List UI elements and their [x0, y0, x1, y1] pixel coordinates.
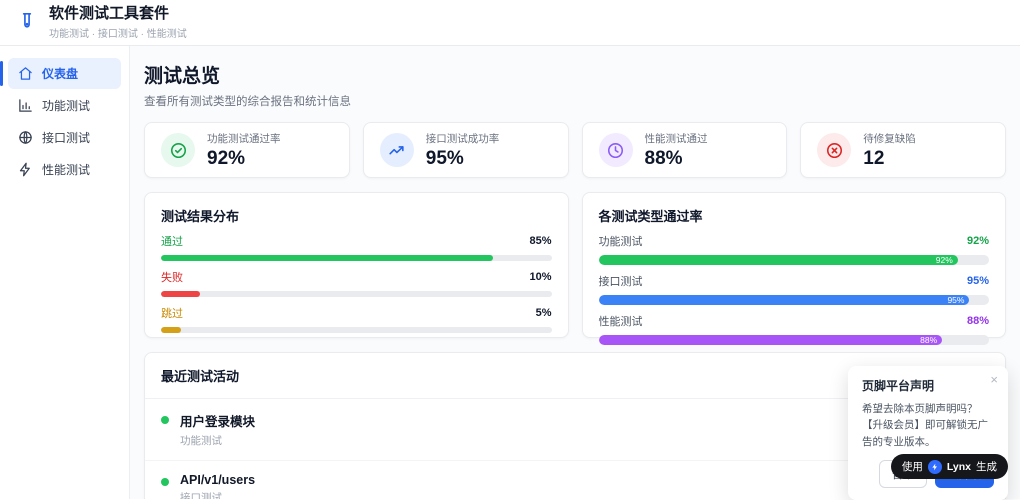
sidebar-item-functional-test[interactable]: 功能测试 — [8, 90, 121, 121]
check-circle-icon — [161, 133, 195, 167]
stat-card-api-success-rate: 接口测试成功率 95% — [362, 122, 569, 178]
page-subtitle: 查看所有测试类型的综合报告和统计信息 — [144, 96, 351, 108]
test-tube-icon — [15, 9, 39, 37]
footer-declaration-popup: 页脚平台声明 × 希望去除本页脚声明吗？【升级会员】即可解锁无广告的专业版本。 … — [848, 366, 1008, 500]
activity-type: 接口测试 — [180, 492, 222, 499]
x-circle-icon — [817, 133, 852, 167]
home-icon — [19, 67, 32, 80]
app-title: 软件测试工具套件 — [49, 5, 170, 22]
bar-value: 10% — [529, 271, 552, 283]
badge-prefix: 使用 — [901, 461, 923, 473]
progress-fill — [161, 327, 181, 333]
type-rate-row-functional: 功能测试 92% 92% — [598, 233, 989, 265]
progress-track — [161, 255, 552, 261]
app-title-block: 软件测试工具套件 功能测试 · 接口测试 · 性能测试 — [49, 5, 187, 40]
lynx-generated-badge[interactable]: 使用 Lynx 生成 — [890, 454, 1008, 479]
test-result-distribution-panel: 测试结果分布 通过 85% 失败 10% 跳过 5% — [144, 192, 569, 338]
badge-suffix: 生成 — [976, 461, 997, 473]
page-title: 测试总览 — [144, 66, 221, 87]
progress-fill — [161, 291, 201, 297]
trending-up-icon — [379, 133, 414, 167]
active-indicator — [0, 61, 3, 86]
sidebar: 仪表盘 功能测试 接口测试 性能测试 — [0, 46, 130, 499]
bar-value: 85% — [529, 235, 552, 247]
bar-value: 88% — [966, 315, 989, 327]
bar-label: 失败 — [161, 272, 183, 284]
stat-value: 92% — [207, 147, 246, 169]
bar-value: 5% — [535, 307, 552, 319]
progress-track: 92% — [598, 255, 989, 265]
progress-track: 95% — [598, 295, 989, 305]
app-header: 软件测试工具套件 功能测试 · 接口测试 · 性能测试 — [0, 0, 1020, 46]
panel-title: 各测试类型通过率 — [598, 209, 703, 224]
activity-name: 用户登录模块 — [180, 415, 256, 429]
popup-body-text: 希望去除本页脚声明吗？【升级会员】即可解锁无广告的专业版本。 — [862, 403, 988, 448]
badge-brand: Lynx — [946, 460, 971, 473]
lynx-logo-icon — [927, 459, 942, 474]
stat-label: 接口测试成功率 — [425, 132, 500, 145]
progress-track — [161, 327, 552, 333]
bar-label: 功能测试 — [598, 236, 643, 248]
progress-track — [161, 291, 552, 297]
bar-label: 跳过 — [161, 308, 183, 320]
stat-card-defects-to-fix: 待修复缺陷 12 — [800, 122, 1006, 178]
stat-label: 待修复缺陷 — [863, 132, 916, 145]
chart-panels-row: 测试结果分布 通过 85% 失败 10% 跳过 5% 各测试类型通过率 功能测试… — [144, 192, 1006, 345]
distribution-row-fail: 失败 10% — [161, 269, 552, 297]
stat-label: 性能测试通过 — [644, 132, 708, 145]
progress-fill — [161, 255, 493, 261]
sidebar-item-label: 性能测试 — [42, 163, 91, 177]
type-rate-row-api: 接口测试 95% 95% — [598, 273, 989, 305]
inline-bar-label: 92% — [935, 255, 953, 265]
type-pass-rate-panel: 各测试类型通过率 功能测试 92% 92% 接口测试 95% 95% 性能测试 … — [581, 192, 1006, 345]
distribution-row-pass: 通过 85% — [161, 233, 552, 261]
stat-value: 12 — [863, 147, 885, 169]
sidebar-item-performance-test[interactable]: 性能测试 — [8, 154, 121, 185]
stat-value: 88% — [644, 147, 683, 169]
app-subtitle: 功能测试 · 接口测试 · 性能测试 — [49, 29, 187, 40]
stat-label: 功能测试通过率 — [207, 132, 281, 145]
status-dot — [161, 478, 169, 486]
bar-value: 95% — [966, 275, 989, 287]
stat-cards-row: 功能测试通过率 92% 接口测试成功率 95% 性能测试通过 88% 待修复缺陷… — [144, 122, 1006, 178]
sidebar-item-label: 接口测试 — [42, 131, 91, 145]
inline-bar-label: 95% — [947, 295, 965, 305]
globe-icon — [19, 130, 32, 145]
stat-card-functional-pass-rate: 功能测试通过率 92% — [144, 122, 350, 178]
sidebar-item-label: 功能测试 — [42, 99, 91, 113]
bar-chart-icon — [19, 99, 32, 112]
clock-icon — [598, 133, 633, 167]
bar-value: 92% — [966, 235, 989, 247]
sidebar-item-dashboard[interactable]: 仪表盘 — [0, 58, 121, 89]
activity-type: 功能测试 — [180, 435, 222, 447]
sidebar-item-label: 仪表盘 — [42, 67, 79, 81]
stat-value: 95% — [425, 147, 464, 169]
bar-label: 通过 — [161, 236, 183, 248]
popup-title: 页脚平台声明 — [862, 379, 935, 393]
bar-label: 接口测试 — [598, 276, 643, 288]
inline-bar-label: 88% — [920, 335, 938, 345]
progress-fill: 95% — [598, 295, 970, 305]
progress-fill: 92% — [598, 255, 958, 265]
bar-label: 性能测试 — [598, 316, 643, 328]
progress-track: 88% — [598, 335, 989, 345]
panel-title: 测试结果分布 — [161, 209, 240, 224]
type-rate-row-performance: 性能测试 88% 88% — [598, 313, 989, 345]
distribution-row-skip: 跳过 5% — [161, 305, 552, 333]
stat-card-performance-pass: 性能测试通过 88% — [581, 122, 788, 178]
sidebar-item-api-test[interactable]: 接口测试 — [8, 122, 121, 153]
close-icon[interactable]: × — [990, 373, 998, 386]
zap-icon — [19, 162, 30, 177]
progress-fill: 88% — [598, 335, 943, 345]
activity-name: API/v1/users — [180, 473, 256, 487]
status-dot — [161, 416, 169, 424]
